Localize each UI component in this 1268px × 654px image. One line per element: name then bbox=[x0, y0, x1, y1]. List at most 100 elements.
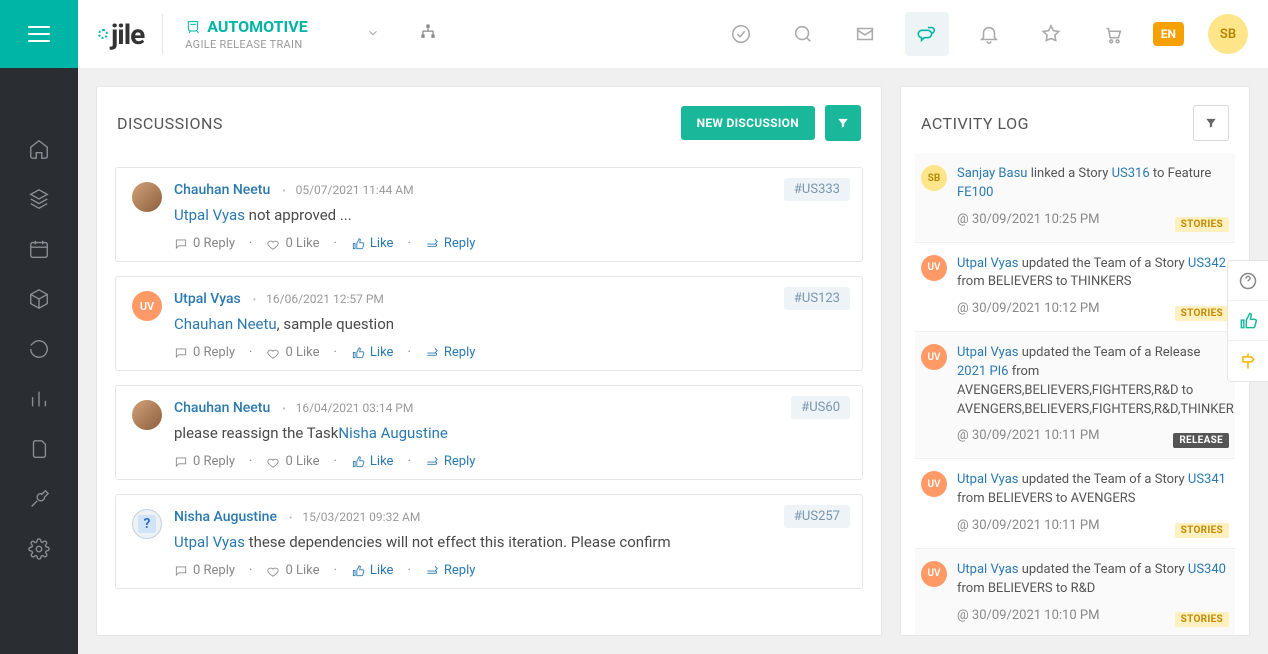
activity-avatar[interactable]: UV bbox=[921, 344, 947, 370]
signpost-icon[interactable] bbox=[1228, 341, 1268, 381]
box-icon[interactable] bbox=[28, 288, 50, 310]
activity-badge: STORIES bbox=[1175, 306, 1229, 321]
reply-action[interactable]: Reply bbox=[425, 345, 476, 360]
approve-icon[interactable] bbox=[719, 12, 763, 56]
home-icon[interactable] bbox=[28, 138, 50, 160]
activity-link[interactable]: FE100 bbox=[957, 185, 994, 200]
reply-action[interactable]: Reply bbox=[425, 236, 476, 251]
new-discussion-button[interactable]: NEW DISCUSSION bbox=[681, 106, 815, 140]
activity-avatar[interactable]: UV bbox=[921, 561, 947, 587]
discussion-text: Chauhan Neetu, sample question bbox=[174, 307, 846, 345]
activity-filter-button[interactable] bbox=[1193, 105, 1229, 141]
discussion-avatar[interactable]: ? bbox=[132, 509, 162, 539]
reply-count: 0 Reply bbox=[174, 345, 235, 360]
activity-user[interactable]: Utpal Vyas bbox=[957, 256, 1018, 271]
reply-action[interactable]: Reply bbox=[425, 563, 476, 578]
files-icon[interactable] bbox=[28, 438, 50, 460]
discussion-author[interactable]: Chauhan Neetu bbox=[174, 400, 270, 416]
discussion-actions: 0 Reply·0 Like·Like·Reply bbox=[174, 454, 846, 469]
project-subtitle: AGILE RELEASE TRAIN bbox=[185, 38, 307, 51]
help-icon[interactable] bbox=[1228, 261, 1268, 301]
help-dock bbox=[1227, 260, 1268, 382]
favorite-icon[interactable] bbox=[1029, 12, 1073, 56]
discussion-text: Utpal Vyas not approved ... bbox=[174, 198, 846, 236]
like-action[interactable]: Like bbox=[351, 563, 394, 578]
activity-link[interactable]: 2021 PI6 bbox=[957, 364, 1009, 379]
logo[interactable]: jile bbox=[98, 14, 163, 54]
discussion-text: Utpal Vyas these dependencies will not e… bbox=[174, 525, 846, 563]
activity-avatar[interactable]: SB bbox=[921, 165, 947, 191]
activity-row: UVUtpal Vyas updated the Team of a Relea… bbox=[915, 331, 1235, 458]
thumbs-up-icon[interactable] bbox=[1228, 301, 1268, 341]
reply-count: 0 Reply bbox=[174, 454, 235, 469]
activity-badge: STORIES bbox=[1175, 612, 1229, 627]
left-sidebar bbox=[0, 0, 78, 654]
activity-avatar[interactable]: UV bbox=[921, 255, 947, 281]
discussions-panel: DISCUSSIONS NEW DISCUSSION Chauhan Neetu… bbox=[96, 86, 882, 636]
discussions-title: DISCUSSIONS bbox=[117, 114, 223, 133]
discussion-avatar[interactable] bbox=[132, 400, 162, 430]
project-name: AUTOMOTIVE bbox=[207, 17, 307, 36]
project-switcher[interactable]: AUTOMOTIVE AGILE RELEASE TRAIN bbox=[181, 17, 307, 51]
discussion-avatar[interactable]: UV bbox=[132, 291, 162, 321]
discussion-actions: 0 Reply·0 Like·Like·Reply bbox=[174, 563, 846, 578]
notifications-icon[interactable] bbox=[967, 12, 1011, 56]
activity-user[interactable]: Sanjay Basu bbox=[957, 166, 1027, 181]
refresh-icon[interactable] bbox=[28, 338, 50, 360]
mention-link[interactable]: Chauhan Neetu bbox=[174, 315, 277, 333]
activity-panel: ACTIVITY LOG SBSanjay Basu linked a Stor… bbox=[900, 86, 1250, 636]
user-avatar[interactable]: SB bbox=[1208, 14, 1248, 54]
activity-link[interactable]: US342 bbox=[1188, 256, 1226, 271]
mention-link[interactable]: Utpal Vyas bbox=[174, 533, 245, 551]
discussion-card: Chauhan Neetu05/07/2021 11:44 AMUtpal Vy… bbox=[115, 167, 863, 262]
cart-icon[interactable] bbox=[1091, 12, 1135, 56]
mention-link[interactable]: Utpal Vyas bbox=[174, 206, 245, 224]
discussion-tag[interactable]: #US123 bbox=[784, 287, 850, 310]
search-icon[interactable] bbox=[781, 12, 825, 56]
like-action[interactable]: Like bbox=[351, 345, 394, 360]
discussion-author[interactable]: Utpal Vyas bbox=[174, 291, 241, 307]
filter-button[interactable] bbox=[825, 105, 861, 141]
mention-link[interactable]: Nisha Augustine bbox=[338, 424, 447, 442]
discussion-card: ?Nisha Augustine15/03/2021 09:32 AMUtpal… bbox=[115, 494, 863, 589]
wrench-icon[interactable] bbox=[28, 488, 50, 510]
logo-text: jile bbox=[111, 18, 144, 51]
activity-link[interactable]: US340 bbox=[1188, 562, 1226, 577]
reply-action[interactable]: Reply bbox=[425, 454, 476, 469]
mail-icon[interactable] bbox=[843, 12, 887, 56]
discussion-card: Chauhan Neetu16/04/2021 03:14 PMplease r… bbox=[115, 385, 863, 480]
activity-avatar[interactable]: UV bbox=[921, 471, 947, 497]
activity-link[interactable]: US341 bbox=[1188, 472, 1226, 487]
discussions-icon[interactable] bbox=[905, 12, 949, 56]
discussion-author[interactable]: Chauhan Neetu bbox=[174, 182, 270, 198]
layers-icon[interactable] bbox=[28, 188, 50, 210]
like-action[interactable]: Like bbox=[351, 454, 394, 469]
discussion-tag[interactable]: #US257 bbox=[784, 505, 850, 528]
hamburger-menu[interactable] bbox=[0, 0, 78, 68]
like-count: 0 Like bbox=[266, 236, 319, 251]
activity-user[interactable]: Utpal Vyas bbox=[957, 562, 1018, 577]
discussion-actions: 0 Reply·0 Like·Like·Reply bbox=[174, 345, 846, 360]
hierarchy-icon[interactable] bbox=[418, 22, 438, 46]
discussion-tag[interactable]: #US60 bbox=[791, 396, 850, 419]
like-action[interactable]: Like bbox=[351, 236, 394, 251]
calendar-icon[interactable] bbox=[28, 238, 50, 260]
activity-link[interactable]: US316 bbox=[1112, 166, 1150, 181]
reply-count: 0 Reply bbox=[174, 236, 235, 251]
discussion-tag[interactable]: #US333 bbox=[784, 178, 850, 201]
chevron-down-icon[interactable] bbox=[366, 25, 380, 44]
like-count: 0 Like bbox=[266, 454, 319, 469]
discussion-avatar[interactable] bbox=[132, 182, 162, 212]
activity-title: ACTIVITY LOG bbox=[921, 114, 1029, 133]
activity-user[interactable]: Utpal Vyas bbox=[957, 472, 1018, 487]
discussion-actions: 0 Reply·0 Like·Like·Reply bbox=[174, 236, 846, 251]
activity-user[interactable]: Utpal Vyas bbox=[957, 345, 1018, 360]
chart-icon[interactable] bbox=[28, 388, 50, 410]
settings-icon[interactable] bbox=[28, 538, 50, 560]
language-badge[interactable]: EN bbox=[1153, 22, 1184, 46]
discussion-author[interactable]: Nisha Augustine bbox=[174, 509, 277, 525]
activity-badge: STORIES bbox=[1175, 217, 1229, 232]
activity-row: SBSanjay Basu linked a Story US316 to Fe… bbox=[915, 153, 1235, 242]
top-header: jile AUTOMOTIVE AGILE RELEASE TRAIN bbox=[78, 0, 1268, 68]
discussion-date: 16/06/2021 12:57 PM bbox=[253, 292, 384, 306]
